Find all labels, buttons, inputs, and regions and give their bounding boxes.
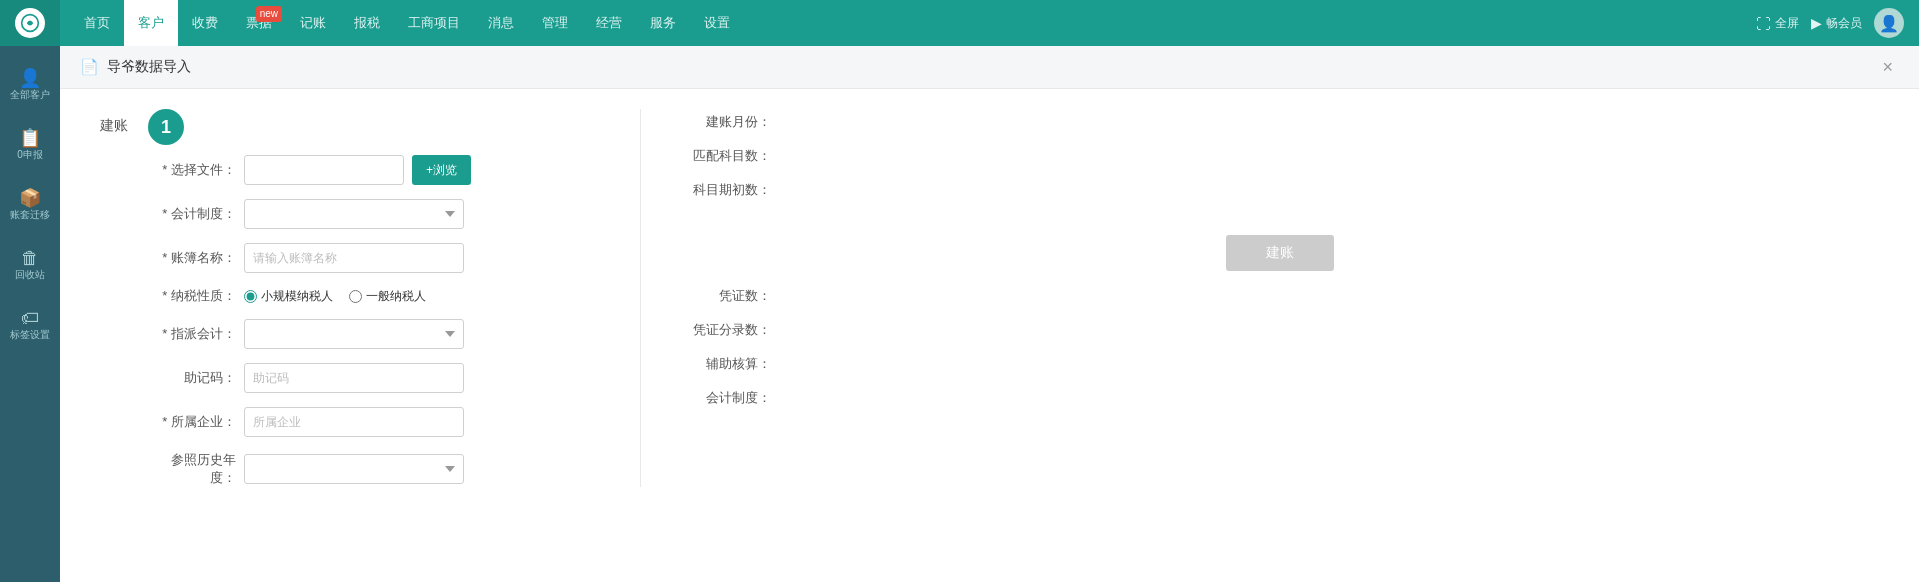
voucher-entries-row: 凭证分录数：: [681, 321, 1879, 339]
main-layout: 👤 全部客户 📋 0申报 📦 账套迁移 🗑 回收站 🏷 标签设置 📄 导: [0, 46, 1919, 582]
dialog-body: 建账 1 * 选择文件： +浏览 * 会计制度：: [60, 89, 1919, 507]
recycle-icon: 🗑: [21, 249, 39, 267]
sidebar-item-tags[interactable]: 🏷 标签设置: [2, 296, 58, 352]
nav-item-customers[interactable]: 客户: [124, 0, 178, 46]
tags-icon: 🏷: [21, 309, 39, 327]
form-section: * 选择文件： +浏览 * 会计制度：: [156, 155, 620, 487]
build-month-label: 建账月份：: [681, 113, 771, 131]
tax-radio-group: 小规模纳税人 一般纳税人: [244, 288, 426, 305]
declarations-icon: 📋: [19, 129, 41, 147]
match-subjects-label: 匹配科目数：: [681, 147, 771, 165]
sidebar-item-migration[interactable]: 📦 账套迁移: [2, 176, 58, 232]
ledger-name-row: * 账簿名称：: [156, 243, 620, 273]
dialog-header: 📄 导爷数据导入 ×: [60, 46, 1919, 89]
voucher-entries-label: 凭证分录数：: [681, 321, 771, 339]
company-label: * 所属企业：: [156, 413, 236, 431]
tax-small-radio[interactable]: [244, 290, 257, 303]
nav-right: ⛶ 全屏 ▶ 畅会员 👤: [1756, 8, 1919, 38]
aux-accounting-label: 辅助核算：: [681, 355, 771, 373]
accounting-system-row: 会计制度：: [681, 389, 1879, 407]
nav-item-invoices[interactable]: 票据 new: [232, 0, 286, 46]
tax-general-label[interactable]: 一般纳税人: [349, 288, 426, 305]
fullscreen-btn[interactable]: ⛶ 全屏: [1756, 15, 1799, 32]
nav-item-messages[interactable]: 消息: [474, 0, 528, 46]
vip-icon: ▶: [1811, 15, 1822, 31]
all-customers-icon: 👤: [19, 69, 41, 87]
sidebar-item-declarations[interactable]: 📋 0申报: [2, 116, 58, 172]
ledger-name-label: * 账簿名称：: [156, 249, 236, 267]
fullscreen-icon: ⛶: [1756, 15, 1771, 32]
logo-area: [0, 0, 60, 46]
top-nav: 首页 客户 收费 票据 new 记账 报税 工商项目 消息 管理 经营 服务 设…: [0, 0, 1919, 46]
sidebar: 👤 全部客户 📋 0申报 📦 账套迁移 🗑 回收站 🏷 标签设置: [0, 46, 60, 582]
migration-icon: 📦: [19, 189, 41, 207]
tax-small-label[interactable]: 小规模纳税人: [244, 288, 333, 305]
dialog-panel: 📄 导爷数据导入 × 建账 1: [60, 46, 1919, 582]
company-input[interactable]: [244, 407, 464, 437]
memo-code-label: 助记码：: [156, 369, 236, 387]
sidebar-item-recycle[interactable]: 🗑 回收站: [2, 236, 58, 292]
nav-item-services[interactable]: 服务: [636, 0, 690, 46]
close-button[interactable]: ×: [1876, 56, 1899, 78]
content-area: 📄 导爷数据导入 × 建账 1: [60, 46, 1919, 582]
subject-initial-row: 科目期初数：: [681, 181, 1879, 199]
build-month-row: 建账月份：: [681, 113, 1879, 131]
nav-item-admin[interactable]: 管理: [528, 0, 582, 46]
accounting-select[interactable]: [244, 199, 464, 229]
file-label: * 选择文件：: [156, 161, 236, 179]
import-icon: 📄: [80, 58, 99, 76]
accountant-select[interactable]: [244, 319, 464, 349]
accountant-label: * 指派会计：: [156, 325, 236, 343]
ledger-name-input[interactable]: [244, 243, 464, 273]
accounting-label: * 会计制度：: [156, 205, 236, 223]
company-row: * 所属企业：: [156, 407, 620, 437]
nav-item-operations[interactable]: 经营: [582, 0, 636, 46]
ref-year-select[interactable]: [244, 454, 464, 484]
memo-code-row: 助记码：: [156, 363, 620, 393]
dialog-title: 📄 导爷数据导入: [80, 58, 191, 76]
nav-item-bookkeeping[interactable]: 记账: [286, 0, 340, 46]
accountant-row: * 指派会计：: [156, 319, 620, 349]
memo-code-input[interactable]: [244, 363, 464, 393]
step-circle: 1: [148, 109, 184, 145]
nav-item-tax[interactable]: 报税: [340, 0, 394, 46]
sidebar-item-all-customers[interactable]: 👤 全部客户: [2, 56, 58, 112]
new-badge: new: [256, 6, 282, 22]
avatar[interactable]: 👤: [1874, 8, 1904, 38]
nav-item-bizreg[interactable]: 工商项目: [394, 0, 474, 46]
step-area: 建账 1: [100, 109, 620, 145]
ref-year-label: 参照历史年度：: [156, 451, 236, 487]
avatar-icon: 👤: [1879, 14, 1899, 33]
accounting-system-label: 会计制度：: [681, 389, 771, 407]
subject-initial-label: 科目期初数：: [681, 181, 771, 199]
ref-year-row: 参照历史年度：: [156, 451, 620, 487]
file-row: * 选择文件： +浏览: [156, 155, 620, 185]
form-right: 建账月份： 匹配科目数： 科目期初数： 建账: [641, 109, 1879, 487]
nav-item-home[interactable]: 首页: [70, 0, 124, 46]
aux-accounting-row: 辅助核算：: [681, 355, 1879, 373]
vip-btn[interactable]: ▶ 畅会员: [1811, 15, 1862, 32]
tax-general-radio[interactable]: [349, 290, 362, 303]
accounting-row: * 会计制度：: [156, 199, 620, 229]
vouchers-label: 凭证数：: [681, 287, 771, 305]
build-button[interactable]: 建账: [1226, 235, 1334, 271]
build-btn-area: 建账: [681, 235, 1879, 271]
logo-icon: [15, 8, 45, 38]
tax-type-label: * 纳税性质：: [156, 287, 236, 305]
step-label: 建账: [100, 109, 128, 135]
tax-type-row: * 纳税性质： 小规模纳税人 一般纳税人: [156, 287, 620, 305]
nav-items: 首页 客户 收费 票据 new 记账 报税 工商项目 消息 管理 经营 服务 设…: [60, 0, 1756, 46]
match-subjects-row: 匹配科目数：: [681, 147, 1879, 165]
nav-item-fees[interactable]: 收费: [178, 0, 232, 46]
form-left: 建账 1 * 选择文件： +浏览 * 会计制度：: [100, 109, 620, 487]
browse-button[interactable]: +浏览: [412, 155, 471, 185]
file-input[interactable]: [244, 155, 404, 185]
vouchers-row: 凭证数：: [681, 287, 1879, 305]
nav-item-settings[interactable]: 设置: [690, 0, 744, 46]
